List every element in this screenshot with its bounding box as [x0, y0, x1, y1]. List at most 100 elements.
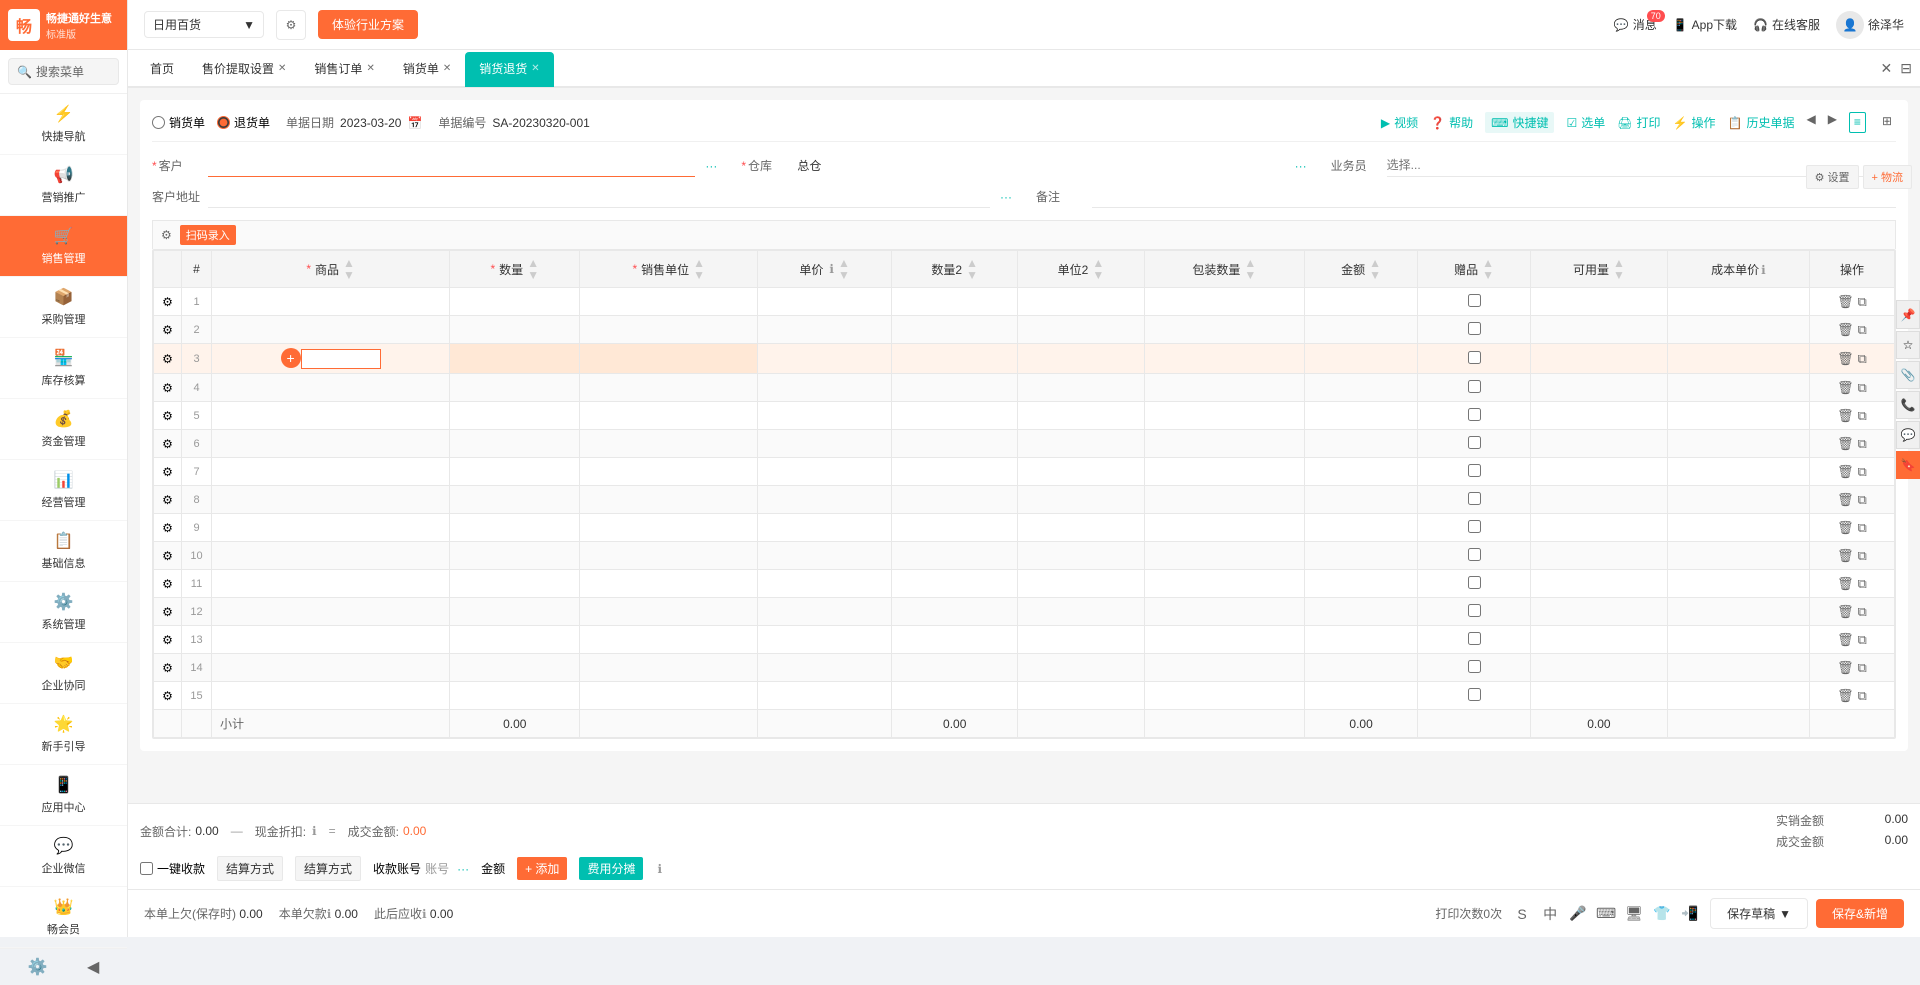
table-gear-btn[interactable]: ⚙	[161, 228, 172, 242]
product-cell[interactable]	[212, 402, 450, 430]
delete-row-btn[interactable]: 🗑	[1837, 576, 1854, 592]
gift-checkbox[interactable]	[1468, 548, 1481, 561]
product-cell[interactable]	[212, 542, 450, 570]
copy-row-btn[interactable]: ⧉	[1858, 688, 1867, 704]
search-menu-button[interactable]: 🔍 搜索菜单	[8, 58, 119, 85]
gift-cell[interactable]	[1418, 316, 1531, 344]
unit-price-cell[interactable]	[758, 570, 892, 598]
copy-row-btn[interactable]: ⧉	[1858, 351, 1867, 367]
sales-unit-cell[interactable]	[580, 344, 758, 374]
unit-price-cell[interactable]	[758, 598, 892, 626]
sales-unit-cell[interactable]	[580, 514, 758, 542]
qty2-cell[interactable]	[892, 458, 1018, 486]
row-gear-btn[interactable]: ⚙	[154, 570, 182, 598]
topbar-gear-btn[interactable]: ⚙	[276, 10, 306, 40]
amount-cell[interactable]	[1305, 344, 1418, 374]
row-gear-btn[interactable]: ⚙	[154, 682, 182, 710]
toolbar-icon-6[interactable]: 👕	[1650, 902, 1674, 926]
gift-cell[interactable]	[1418, 486, 1531, 514]
sidebar-item-sales[interactable]: 🛒 销售管理	[0, 216, 127, 277]
product-cell[interactable]	[212, 626, 450, 654]
copy-row-btn[interactable]: ⧉	[1858, 380, 1867, 396]
unit2-cell[interactable]	[1018, 402, 1144, 430]
product-input[interactable]	[301, 349, 381, 369]
quantity-cell[interactable]	[450, 458, 580, 486]
gift-checkbox[interactable]	[1468, 408, 1481, 421]
gift-checkbox[interactable]	[1468, 660, 1481, 673]
sidebar-item-appstore[interactable]: 📱 应用中心	[0, 765, 127, 826]
available-cell[interactable]	[1531, 570, 1668, 598]
gift-cell[interactable]	[1418, 374, 1531, 402]
cost-price-cell[interactable]	[1667, 626, 1809, 654]
unit-price-cell[interactable]	[758, 542, 892, 570]
available-cell[interactable]	[1531, 402, 1668, 430]
qty2-cell[interactable]	[892, 570, 1018, 598]
customer-input[interactable]	[208, 154, 695, 177]
gift-checkbox[interactable]	[1468, 322, 1481, 335]
warehouse-ellipsis-btn[interactable]: ···	[1295, 159, 1307, 173]
customer-ellipsis-btn[interactable]: ···	[705, 159, 717, 173]
gift-cell[interactable]	[1418, 458, 1531, 486]
cost-price-cell[interactable]	[1667, 402, 1809, 430]
unit-price-cell[interactable]	[758, 344, 892, 374]
settings-btn[interactable]: ⚙ 设置	[1806, 165, 1859, 189]
toolbar-icon-2[interactable]: 中	[1538, 902, 1562, 926]
sort-icon-qty2[interactable]: ▲▼	[966, 257, 978, 281]
product-cell[interactable]	[212, 682, 450, 710]
quantity-cell[interactable]	[450, 344, 580, 374]
sales-unit-cell[interactable]	[580, 316, 758, 344]
tab-close-price-setting[interactable]: ✕	[278, 63, 286, 74]
add-product-btn[interactable]: +	[281, 348, 301, 368]
copy-row-btn[interactable]: ⧉	[1858, 294, 1867, 310]
sidebar-item-shortcut[interactable]: ⚡ 快捷导航	[0, 94, 127, 155]
toolbar-icon-1[interactable]: S	[1510, 902, 1534, 926]
copy-row-btn[interactable]: ⧉	[1858, 464, 1867, 480]
quantity-cell[interactable]	[450, 316, 580, 344]
available-cell[interactable]	[1531, 430, 1668, 458]
product-cell[interactable]: +	[212, 344, 450, 374]
right-panel-btn-3[interactable]: 📎	[1896, 361, 1920, 389]
unit-price-cell[interactable]	[758, 316, 892, 344]
scan-input-btn[interactable]: 扫码录入	[180, 225, 236, 245]
quantity-cell[interactable]	[450, 542, 580, 570]
gift-checkbox[interactable]	[1468, 436, 1481, 449]
tab-sales-return[interactable]: 销货退货 ✕	[465, 52, 553, 87]
qty2-cell[interactable]	[892, 430, 1018, 458]
delete-row-btn[interactable]: 🗑	[1837, 660, 1854, 676]
address-input[interactable]	[208, 185, 990, 208]
view-grid-btn[interactable]: ⊞	[1878, 112, 1896, 133]
quantity-cell[interactable]	[450, 654, 580, 682]
unit2-cell[interactable]	[1018, 682, 1144, 710]
save-draft-button[interactable]: 保存草稿 ▼	[1710, 898, 1808, 929]
sales-unit-cell[interactable]	[580, 570, 758, 598]
debt-info-icon[interactable]: ℹ	[327, 907, 332, 921]
shortcut-action[interactable]: ⌨ 快捷键	[1485, 112, 1554, 133]
pack-qty-cell[interactable]	[1144, 402, 1305, 430]
cost-price-cell[interactable]	[1667, 316, 1809, 344]
row-gear-btn[interactable]: ⚙	[154, 288, 182, 316]
unit-price-cell[interactable]	[758, 374, 892, 402]
one-click-collect-checkbox[interactable]: 一键收款	[140, 860, 205, 877]
sort-icon-sales-unit[interactable]: ▲▼	[693, 257, 705, 281]
copy-row-btn[interactable]: ⧉	[1858, 632, 1867, 648]
available-cell[interactable]	[1531, 598, 1668, 626]
pack-qty-cell[interactable]	[1144, 542, 1305, 570]
unit2-cell[interactable]	[1018, 374, 1144, 402]
salesperson-input[interactable]	[1387, 154, 1874, 177]
product-cell[interactable]	[212, 374, 450, 402]
sidebar-item-wechat[interactable]: 💬 企业微信	[0, 826, 127, 887]
sidebar-item-system[interactable]: ⚙️ 系统管理	[0, 582, 127, 643]
sales-unit-cell[interactable]	[580, 374, 758, 402]
product-cell[interactable]	[212, 316, 450, 344]
qty2-cell[interactable]	[892, 344, 1018, 374]
gift-cell[interactable]	[1418, 514, 1531, 542]
industry-selector[interactable]: 日用百货 ▼	[144, 11, 264, 38]
cost-price-cell[interactable]	[1667, 682, 1809, 710]
cost-price-cell[interactable]	[1667, 458, 1809, 486]
available-cell[interactable]	[1531, 682, 1668, 710]
sidebar-item-basic[interactable]: 📋 基础信息	[0, 521, 127, 582]
quantity-cell[interactable]	[450, 486, 580, 514]
qty2-cell[interactable]	[892, 682, 1018, 710]
copy-row-btn[interactable]: ⧉	[1858, 492, 1867, 508]
pack-qty-cell[interactable]	[1144, 514, 1305, 542]
